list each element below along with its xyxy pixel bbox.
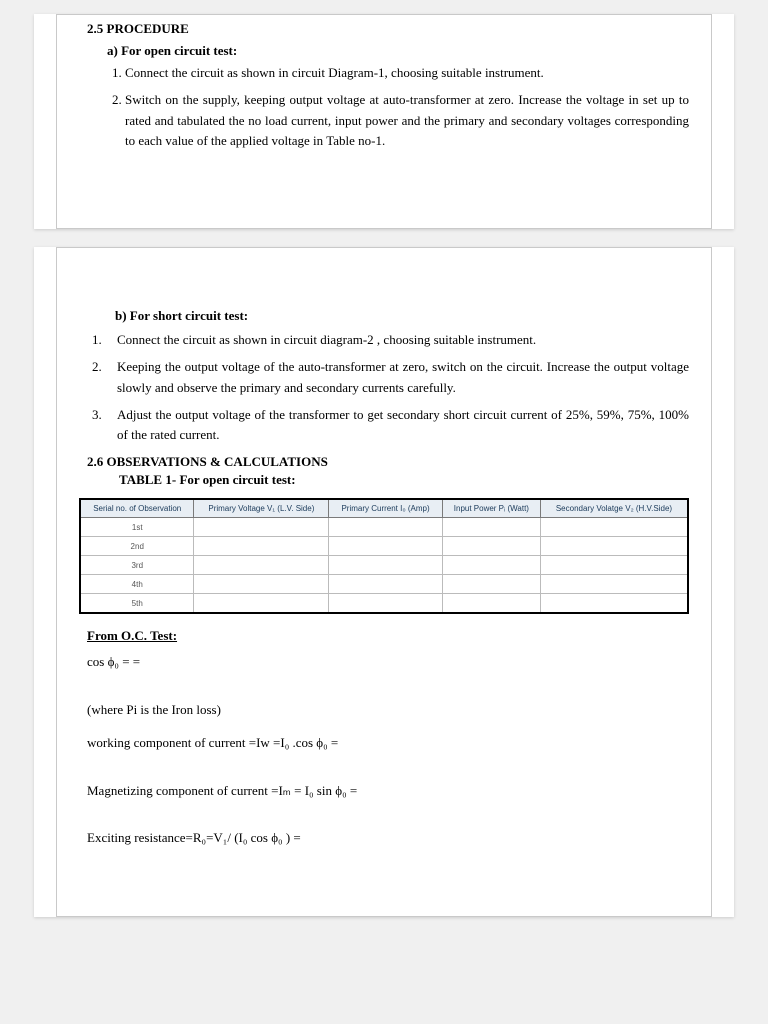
list-b-item-2: Keeping the output voltage of the auto-t… xyxy=(105,357,689,399)
equation-im: Magnetizing component of current =Iₘ = I… xyxy=(87,781,689,801)
list-b: Connect the circuit as shown in circuit … xyxy=(87,330,689,446)
table1-label-rest: For open circuit test: xyxy=(179,472,295,487)
cell xyxy=(540,537,688,556)
equation-iw: working component of current =Iw =I₀ .co… xyxy=(87,733,689,753)
table-1: Serial no. of Observation Primary Voltag… xyxy=(79,498,689,614)
table1-label: TABLE 1- For open circuit test: xyxy=(119,472,689,488)
cell xyxy=(194,537,329,556)
cell-serial: 3rd xyxy=(80,556,194,575)
cell-serial: 5th xyxy=(80,594,194,614)
cell-serial: 1st xyxy=(80,518,194,537)
list-b-item-1: Connect the circuit as shown in circuit … xyxy=(105,330,689,351)
th-i0: Primary Current I₀ (Amp) xyxy=(329,499,443,518)
cell xyxy=(540,594,688,614)
cell xyxy=(329,575,443,594)
th-v1: Primary Voltage V₁ (L.V. Side) xyxy=(194,499,329,518)
table-row: 5th xyxy=(80,594,688,614)
cell xyxy=(442,575,540,594)
page-1: 2.5 PROCEDURE a) For open circuit test: … xyxy=(34,14,734,229)
cell xyxy=(442,556,540,575)
cell-serial: 4th xyxy=(80,575,194,594)
page-2-content: b) For short circuit test: Connect the c… xyxy=(56,247,712,916)
list-a-item-2: Switch on the supply, keeping output vol… xyxy=(125,90,689,152)
observations-heading: 2.6 OBSERVATIONS & CALCULATIONS xyxy=(87,454,689,470)
th-serial: Serial no. of Observation xyxy=(80,499,194,518)
cell xyxy=(329,594,443,614)
list-b-item-3: Adjust the output voltage of the transfo… xyxy=(105,405,689,447)
cell xyxy=(194,575,329,594)
cell xyxy=(540,518,688,537)
cell xyxy=(442,518,540,537)
cell xyxy=(194,556,329,575)
cell xyxy=(540,575,688,594)
from-oc-test: From O.C. Test: xyxy=(87,628,689,644)
list-a: Connect the circuit as shown in circuit … xyxy=(107,63,689,152)
procedure-heading: 2.5 PROCEDURE xyxy=(87,21,689,37)
table-row: 4th xyxy=(80,575,688,594)
equation-note: (where Pi is the Iron loss) xyxy=(87,700,689,720)
table-row: 2nd xyxy=(80,537,688,556)
cell xyxy=(194,518,329,537)
cell xyxy=(540,556,688,575)
cell xyxy=(194,594,329,614)
table-header-row: Serial no. of Observation Primary Voltag… xyxy=(80,499,688,518)
subsection-b-label: b) For short circuit test: xyxy=(115,308,689,324)
equation-cos-phi: cos ϕ₀ = = xyxy=(87,652,689,672)
cell xyxy=(329,556,443,575)
page-2: b) For short circuit test: Connect the c… xyxy=(34,247,734,916)
table1-label-bold: TABLE 1- xyxy=(119,472,179,487)
equation-r0: Exciting resistance=R₀=V₁/ (I₀ cos ϕ₀ ) … xyxy=(87,828,689,848)
list-a-item-1: Connect the circuit as shown in circuit … xyxy=(125,63,689,84)
cell xyxy=(442,594,540,614)
cell xyxy=(329,518,443,537)
cell xyxy=(329,537,443,556)
th-v2: Secondary Volatge V₂ (H.V.Side) xyxy=(540,499,688,518)
table-row: 3rd xyxy=(80,556,688,575)
cell-serial: 2nd xyxy=(80,537,194,556)
page-1-content: 2.5 PROCEDURE a) For open circuit test: … xyxy=(56,14,712,229)
cell xyxy=(442,537,540,556)
subsection-a-label: a) For open circuit test: xyxy=(107,43,689,59)
table-row: 1st xyxy=(80,518,688,537)
th-pi: Input Power Pᵢ (Watt) xyxy=(442,499,540,518)
